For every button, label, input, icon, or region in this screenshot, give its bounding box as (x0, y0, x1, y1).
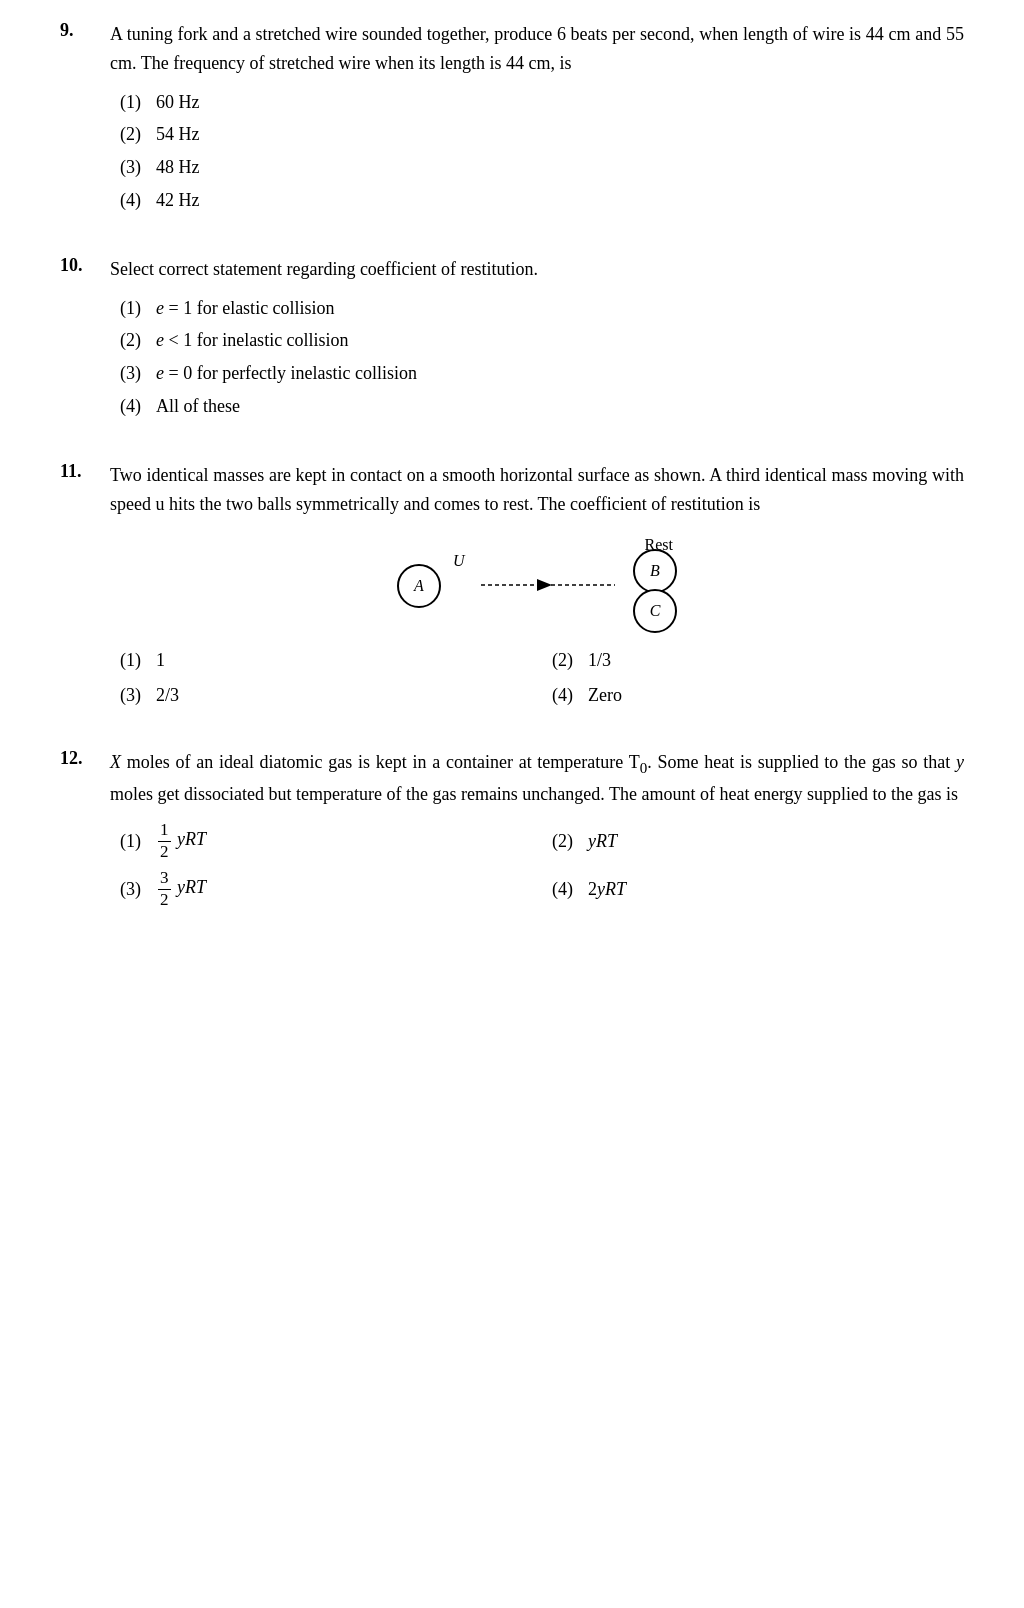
list-item: (1) e = 1 for elastic collision (120, 294, 964, 323)
question-12-text: X moles of an ideal diatomic gas is kept… (110, 748, 964, 808)
option-text: 3 2 yRT (156, 868, 532, 910)
question-12-number: 12. (60, 748, 110, 769)
question-9-text: A tuning fork and a stretched wire sound… (110, 20, 964, 78)
option-num: (2) (552, 646, 588, 675)
list-item: (1) 1 (120, 646, 532, 675)
question-9: 9. A tuning fork and a stretched wire so… (60, 20, 964, 219)
option-text: 1 2 yRT (156, 820, 532, 862)
list-item: (1) 60 Hz (120, 88, 964, 117)
circle-a: A (397, 564, 441, 608)
option-text: 60 Hz (156, 88, 964, 117)
option-num: (4) (552, 875, 588, 904)
list-item: (3) 3 2 yRT (120, 868, 532, 910)
list-item: (4) All of these (120, 392, 964, 421)
question-11-options: (1) 1 (2) 1/3 (3) 2/3 (4) Zero (120, 646, 964, 712)
fraction-three-half: 3 2 (158, 868, 171, 910)
list-item: (1) 1 2 yRT (120, 820, 532, 862)
question-10-text: Select correct statement regarding coeff… (110, 255, 964, 284)
question-10-options: (1) e = 1 for elastic collision (2) e < … (120, 294, 964, 421)
option-num: (3) (120, 681, 156, 710)
question-9-options: (1) 60 Hz (2) 54 Hz (3) 48 Hz (4) 42 Hz (120, 88, 964, 215)
question-9-number: 9. (60, 20, 110, 41)
arrow-diagram (437, 572, 637, 598)
option-text: Zero (588, 681, 964, 710)
question-11-content: Two identical masses are kept in contact… (110, 461, 964, 712)
option-num: (2) (552, 827, 588, 856)
diagram-container: Rest U A B C (110, 534, 964, 634)
question-11: 11. Two identical masses are kept in con… (60, 461, 964, 712)
fraction-numerator: 1 (158, 820, 171, 841)
option-num: (1) (120, 88, 156, 117)
list-item: (2) e < 1 for inelastic collision (120, 326, 964, 355)
option-text: 1/3 (588, 646, 964, 675)
list-item: (2) yRT (552, 820, 964, 862)
fraction-denominator: 2 (158, 890, 171, 910)
circle-b: B (633, 549, 677, 593)
option-text: e < 1 for inelastic collision (156, 326, 964, 355)
fraction-half: 1 2 (158, 820, 171, 862)
question-11-number: 11. (60, 461, 110, 482)
option-text: 48 Hz (156, 153, 964, 182)
list-item: (2) 54 Hz (120, 120, 964, 149)
option-text: 2yRT (588, 875, 964, 904)
fraction-denominator: 2 (158, 842, 171, 862)
option-num: (4) (552, 681, 588, 710)
question-11-text: Two identical masses are kept in contact… (110, 461, 964, 519)
list-item: (2) 1/3 (552, 646, 964, 675)
option-text: 1 (156, 646, 532, 675)
option-num: (3) (120, 153, 156, 182)
fraction-numerator: 3 (158, 868, 171, 889)
option-num: (1) (120, 294, 156, 323)
option-num: (4) (120, 392, 156, 421)
q12-text-part1: X moles of an ideal diatomic gas is kept… (110, 752, 964, 804)
question-10-number: 10. (60, 255, 110, 276)
option-text: 2/3 (156, 681, 532, 710)
list-item: (3) 2/3 (120, 681, 532, 710)
option-text: 54 Hz (156, 120, 964, 149)
question-12: 12. X moles of an ideal diatomic gas is … (60, 748, 964, 912)
option-num: (3) (120, 875, 156, 904)
option-num: (1) (120, 827, 156, 856)
list-item: (3) 48 Hz (120, 153, 964, 182)
circle-c: C (633, 589, 677, 633)
question-10: 10. Select correct statement regarding c… (60, 255, 964, 425)
option-text: e = 0 for perfectly inelastic collision (156, 359, 964, 388)
option-num: (2) (120, 326, 156, 355)
svg-marker-1 (537, 579, 552, 591)
question-12-options: (1) 1 2 yRT (2) yRT (3) (120, 820, 964, 912)
option-num: (1) (120, 646, 156, 675)
option-text: yRT (588, 827, 964, 856)
list-item: (3) e = 0 for perfectly inelastic collis… (120, 359, 964, 388)
option-num: (4) (120, 186, 156, 215)
option-num: (3) (120, 359, 156, 388)
page: 9. A tuning fork and a stretched wire so… (0, 0, 1024, 1608)
list-item: (4) Zero (552, 681, 964, 710)
question-9-content: A tuning fork and a stretched wire sound… (110, 20, 964, 219)
option-text: e = 1 for elastic collision (156, 294, 964, 323)
question-10-content: Select correct statement regarding coeff… (110, 255, 964, 425)
collision-diagram: Rest U A B C (387, 534, 687, 634)
option-num: (2) (120, 120, 156, 149)
list-item: (4) 42 Hz (120, 186, 964, 215)
list-item: (4) 2yRT (552, 868, 964, 910)
u-label: U (453, 552, 465, 570)
question-12-content: X moles of an ideal diatomic gas is kept… (110, 748, 964, 912)
option-text: All of these (156, 392, 964, 421)
option-text: 42 Hz (156, 186, 964, 215)
